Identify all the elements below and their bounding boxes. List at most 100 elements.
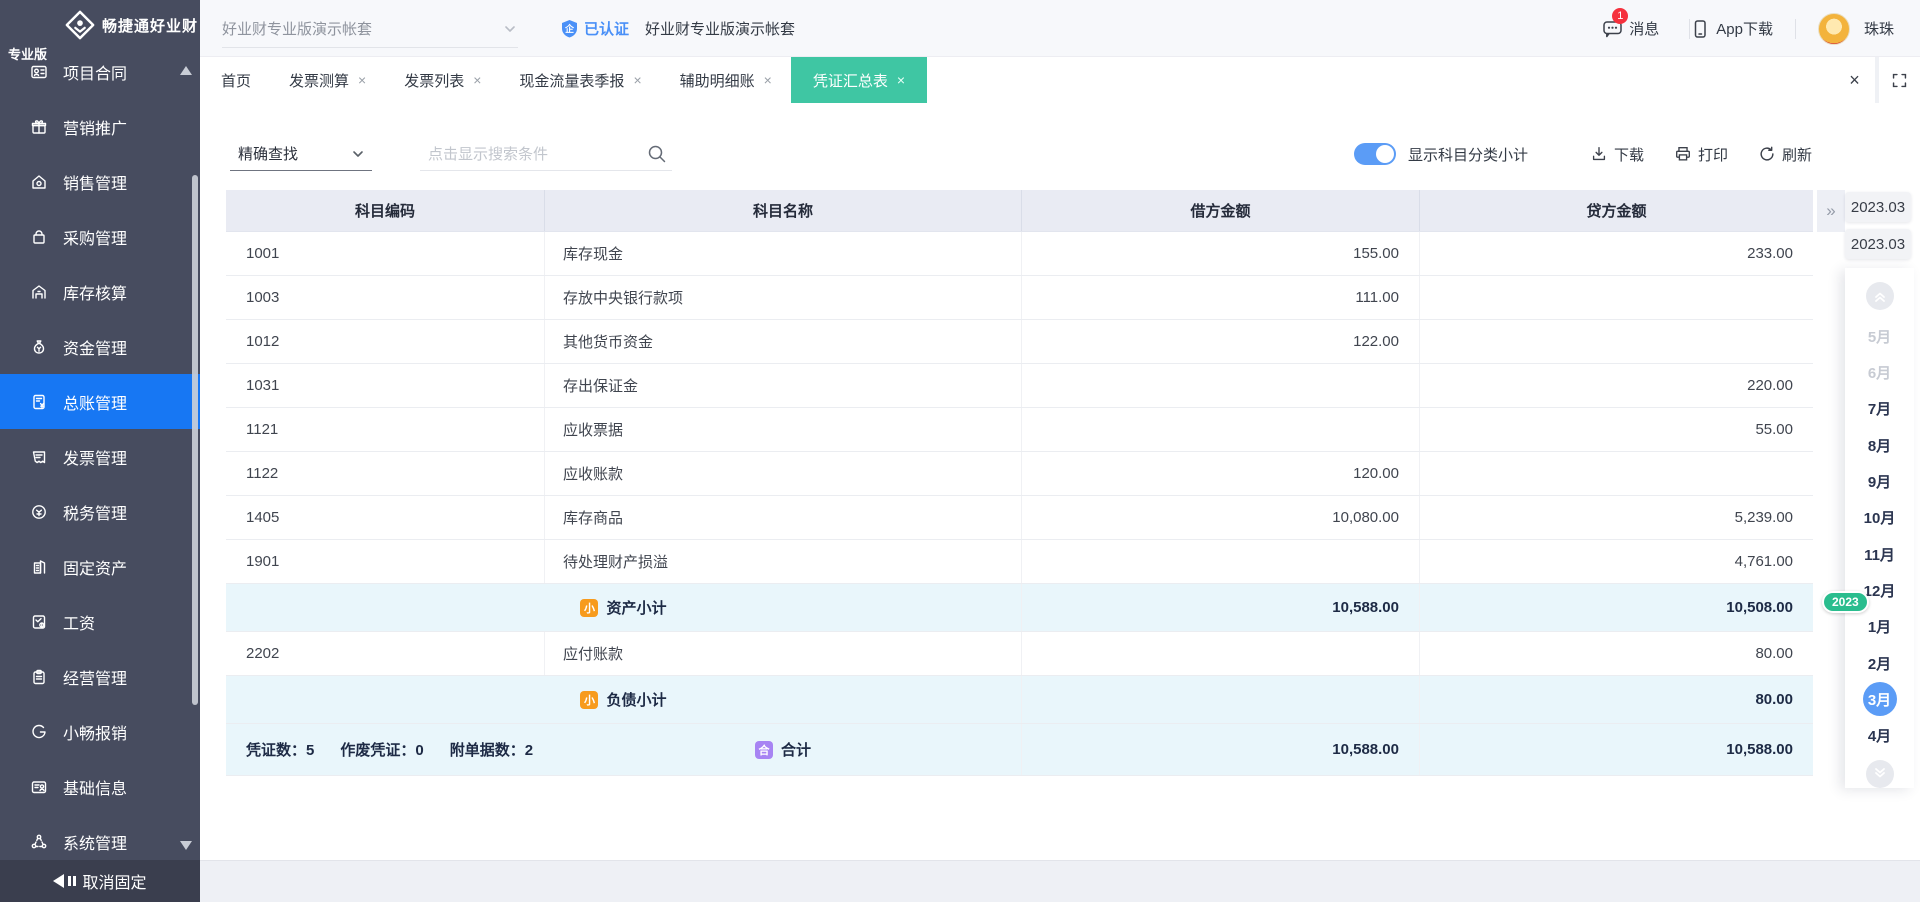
print-button[interactable]: 打印	[1674, 144, 1728, 165]
tab-voucher-summary[interactable]: 凭证汇总表 ×	[790, 57, 928, 103]
table-row[interactable]: 1122 应收账款 120.00	[226, 452, 1813, 496]
total-debit-amount: 10,588.00	[1022, 724, 1420, 775]
sidebar-item-general-ledger[interactable]: 总账管理	[0, 374, 200, 429]
sidebar-item-project-contract[interactable]: 项目合同	[0, 44, 200, 99]
voided-voucher-count: 作废凭证：0	[340, 742, 424, 759]
table-row[interactable]: 1001 库存现金 155.00 233.00	[226, 232, 1813, 276]
sidebar-item-sales[interactable]: 销售管理	[0, 154, 200, 209]
refresh-label: 刷新	[1781, 146, 1812, 164]
grand-total-row[interactable]: 凭证数：5 作废凭证：0 附单据数：2 合 合计 10,588.00 10,58…	[226, 724, 1813, 776]
sidebar-item-system[interactable]: 系统管理	[0, 814, 200, 860]
table-row[interactable]: 1003 存放中央银行款项 111.00	[226, 276, 1813, 320]
debit-amount: 10,080.00	[1022, 496, 1420, 539]
tab-close-icon[interactable]: ×	[633, 73, 641, 87]
sidebar-scroll-down-icon[interactable]	[180, 841, 192, 850]
debit-amount: 122.00	[1022, 320, 1420, 363]
tab-close-icon[interactable]: ×	[473, 73, 481, 87]
sidebar-scrollbar[interactable]	[192, 175, 198, 705]
sidebar-item-fixed-assets[interactable]: 固定资产	[0, 539, 200, 594]
total-label: 合计	[780, 742, 811, 759]
table-row[interactable]: 1405 库存商品 10,080.00 5,239.00	[226, 496, 1813, 540]
sidebar-item-inventory[interactable]: 库存核算	[0, 264, 200, 319]
tab-label: 发票测算	[289, 72, 350, 90]
asset-subtotal-row[interactable]: 小 资产小计 10,588.00 10,508.00	[226, 584, 1813, 632]
show-subtotals-toggle[interactable]	[1353, 143, 1396, 165]
month-item[interactable]: 4月	[1845, 718, 1914, 754]
tab-invoice-calc[interactable]: 发票测算 ×	[270, 57, 385, 103]
credit-amount: 233.00	[1747, 245, 1793, 262]
table-row[interactable]: 1012 其他货币资金 122.00	[226, 320, 1813, 364]
tab-auxiliary-ledger[interactable]: 辅助明细账 ×	[661, 57, 791, 103]
month-item[interactable]: 1月	[1845, 609, 1914, 645]
user-menu[interactable]: 珠珠	[1817, 12, 1894, 45]
col-header-account-name: 科目名称	[545, 190, 1022, 231]
download-icon	[1592, 147, 1606, 161]
scroll-months-down-button[interactable]	[1865, 759, 1894, 788]
liability-subtotal-row[interactable]: 小 负债小计 80.00	[226, 676, 1813, 724]
sidebar-item-payroll[interactable]: 工资	[0, 594, 200, 649]
collapse-panel-button[interactable]: »	[1817, 190, 1845, 232]
debit-amount: 155.00	[1022, 232, 1420, 275]
sidebar-item-tax[interactable]: 税务管理	[0, 484, 200, 539]
total-credit-amount: 10,588.00	[1726, 741, 1793, 758]
month-item[interactable]: 9月	[1845, 463, 1914, 499]
tab-close-icon[interactable]: ×	[897, 73, 905, 87]
sidebar-item-label: 税务管理	[63, 505, 128, 523]
arrow-left-icon	[53, 874, 65, 888]
table-row[interactable]: 1031 存出保证金 220.00	[226, 364, 1813, 408]
close-all-button[interactable]: ×	[1834, 57, 1875, 103]
sidebar-item-funds[interactable]: 资金管理	[0, 319, 200, 374]
month-item[interactable]: 7月	[1845, 391, 1914, 427]
search-mode-select[interactable]: 精确查找	[230, 137, 372, 171]
month-item[interactable]: 2月	[1845, 645, 1914, 681]
account-name: 库存现金	[545, 232, 1022, 275]
download-label: 下载	[1613, 146, 1644, 164]
tax-coin-icon	[32, 504, 46, 519]
table-row[interactable]: 1901 待处理财产损溢 4,761.00	[226, 540, 1813, 584]
table-row[interactable]: 1121 应收票据 55.00	[226, 408, 1813, 452]
search-input[interactable]: 点击显示搜索条件	[420, 137, 672, 171]
sidebar-item-operations[interactable]: 经营管理	[0, 649, 200, 704]
tab-home[interactable]: 首页	[202, 57, 270, 103]
sidebar-item-invoices[interactable]: 发票管理	[0, 429, 200, 484]
verified-badge[interactable]: 企 已认证	[560, 0, 629, 57]
double-chevron-up-icon	[1874, 292, 1885, 302]
unpin-sidebar-button[interactable]: 取消固定	[0, 860, 200, 902]
col-header-credit: 贷方金额	[1586, 203, 1647, 220]
messages-button[interactable]: 消息 1	[1602, 8, 1659, 39]
account-book-select[interactable]: 好业财专业版演示帐套	[222, 10, 518, 48]
download-button[interactable]: 下载	[1590, 144, 1644, 165]
month-item[interactable]: 11月	[1845, 536, 1914, 572]
table-row[interactable]: 2202 应付账款 80.00	[226, 632, 1813, 676]
app-download-button[interactable]: App下载	[1690, 18, 1773, 39]
total-icon: 合	[754, 740, 773, 759]
scroll-months-up-button[interactable]	[1865, 282, 1894, 310]
g-logo-icon	[32, 724, 46, 738]
refresh-button[interactable]: 刷新	[1758, 144, 1812, 165]
tab-invoice-list[interactable]: 发票列表 ×	[385, 57, 500, 103]
bottom-strip	[200, 860, 1920, 902]
sidebar-item-label: 项目合同	[63, 65, 128, 83]
show-subtotals-label: 显示科目分类小计	[1407, 146, 1528, 164]
shield-icon: 企	[560, 19, 579, 39]
app-download-label: App下载	[1716, 21, 1773, 38]
tab-close-icon[interactable]: ×	[358, 73, 366, 87]
tab-close-icon[interactable]: ×	[764, 73, 772, 87]
sidebar-item-xiaochang-expense[interactable]: 小畅报销	[0, 704, 200, 759]
period-chip-start[interactable]: 2023.03	[1845, 192, 1911, 222]
month-item[interactable]: 8月	[1845, 427, 1914, 463]
period-chip-end[interactable]: 2023.03	[1845, 229, 1911, 259]
sales-house-icon	[32, 174, 46, 189]
search-icon[interactable]	[646, 143, 668, 165]
sidebar-item-purchasing[interactable]: 采购管理	[0, 209, 200, 264]
month-item-selected[interactable]: 3月	[1845, 681, 1914, 717]
refresh-icon	[1760, 146, 1774, 161]
attachment-count: 附单据数：2	[449, 742, 534, 759]
sidebar-item-basic-info[interactable]: 基础信息	[0, 759, 200, 814]
tab-label: 首页	[221, 72, 252, 90]
tab-cashflow-quarterly[interactable]: 现金流量表季报 ×	[500, 57, 660, 103]
fullscreen-button[interactable]	[1879, 57, 1920, 103]
warehouse-icon	[32, 284, 46, 299]
sidebar-item-marketing[interactable]: 营销推广	[0, 99, 200, 154]
month-item[interactable]: 10月	[1845, 500, 1914, 536]
